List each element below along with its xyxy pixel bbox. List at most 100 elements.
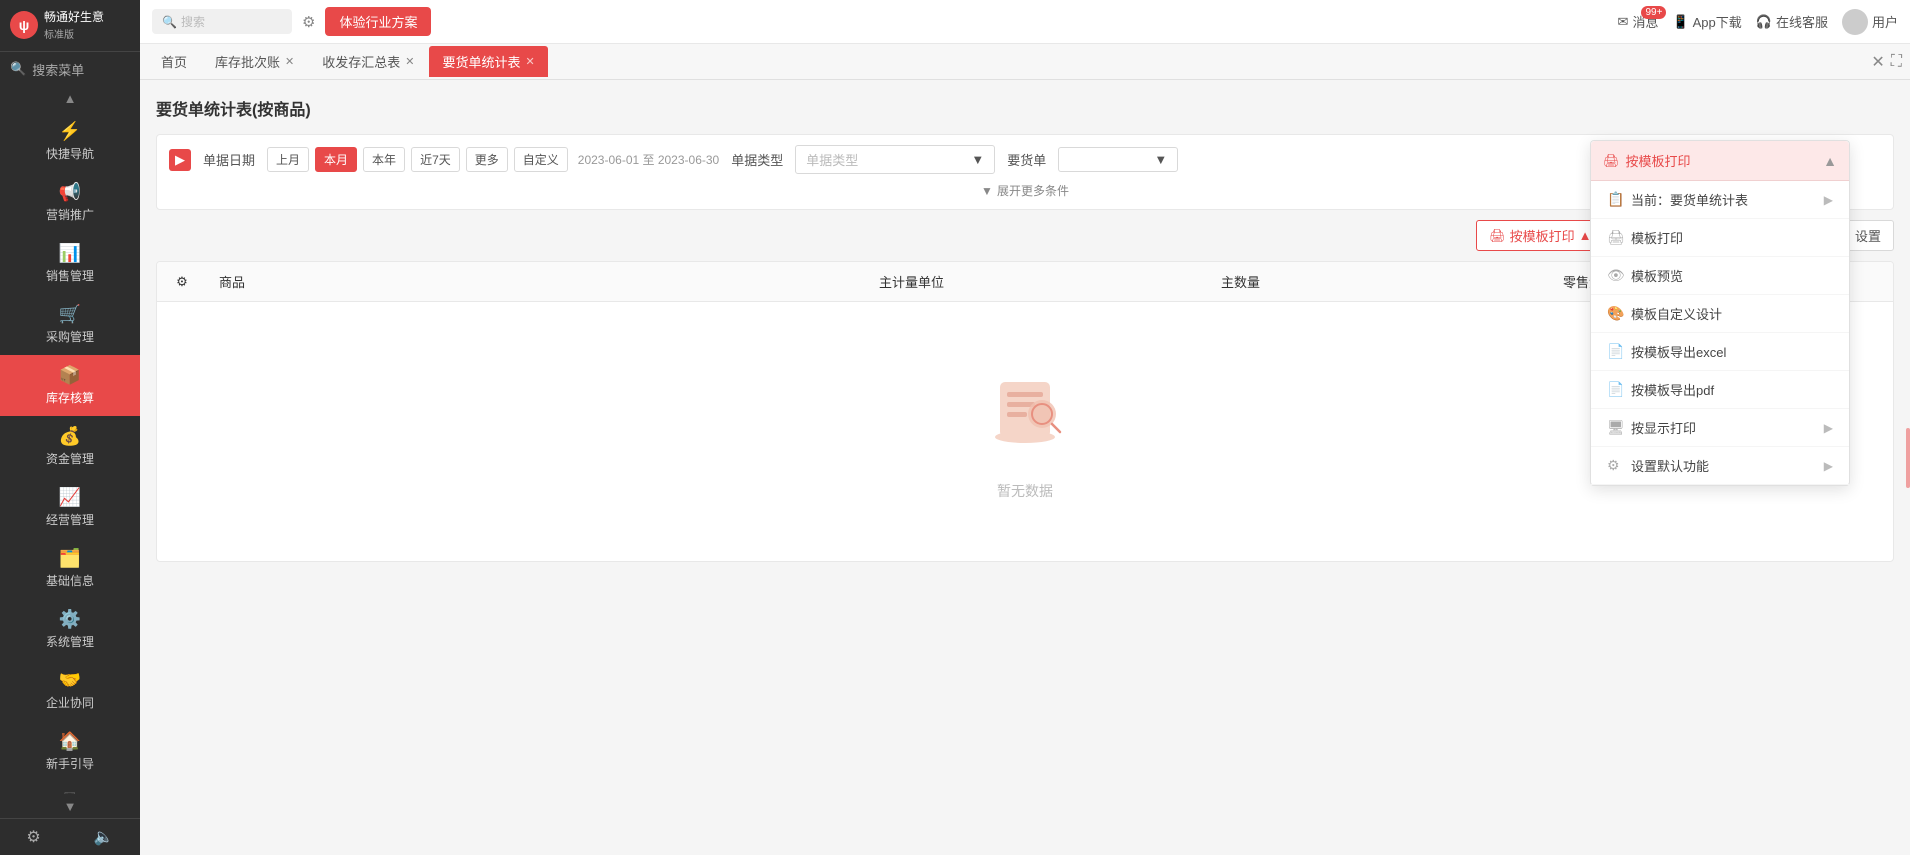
date-btn-custom[interactable]: 自定义 [514, 147, 568, 172]
tab-receipt-summary[interactable]: 收发存汇总表 ✕ [309, 46, 427, 77]
dropdown-current-template[interactable]: 📋 当前：要货单统计表 ▶ [1591, 181, 1849, 219]
date-btn-more[interactable]: 更多 [466, 147, 508, 172]
sidebar-item-sales[interactable]: 📊 销售管理 [0, 233, 140, 294]
dropdown-set-default[interactable]: ⚙ 设置默认功能 ▶ [1591, 447, 1849, 485]
sidebar-item-marketing[interactable]: 📢 营销推广 [0, 172, 140, 233]
app-download-item[interactable]: 📱 App下载 [1672, 12, 1741, 31]
date-range-display: 2023-06-01 至 2023-06-30 [578, 151, 719, 168]
dropdown-item-template-design[interactable]: 🎨 模板自定义设计 [1591, 295, 1849, 333]
sidebar-item-inventory[interactable]: 📦 库存核算 [0, 355, 140, 416]
print-template-dropdown: 🖨 按模板打印 ▲ 📋 当前：要货单统计表 ▶ 🖨 模板打印 👁 [1590, 140, 1850, 486]
topbar-search[interactable]: 🔍 搜索 [152, 9, 292, 34]
dropdown-item-template-pdf[interactable]: 📄 按模板导出pdf [1591, 371, 1849, 409]
main-content: 🔍 搜索 ⚙ 体验行业方案 ✉ 消息 99+ 📱 App下载 🎧 在线客服 用户 [140, 0, 1910, 855]
sidebar-search[interactable]: 🔍 搜索菜单 [0, 52, 140, 87]
tab-order-stats-close[interactable]: ✕ [526, 55, 535, 68]
trial-button[interactable]: 体验行业方案 [325, 7, 431, 36]
system-icon: ⚙️ [59, 609, 81, 630]
sidebar-item-quick-nav[interactable]: ⚡ 快捷导航 [0, 111, 140, 172]
settings-bottom-icon[interactable]: ⚙ [26, 827, 40, 847]
set-default-label: 设置默认功能 [1631, 456, 1709, 475]
template-pdf-icon: 📄 [1607, 381, 1623, 398]
sidebar-item-guide[interactable]: 🏠 新手引导 [0, 721, 140, 782]
user-avatar-item[interactable]: 用户 [1842, 9, 1898, 35]
tab-receipt-summary-close[interactable]: ✕ [405, 55, 414, 68]
settings-label: 设置 [1855, 226, 1881, 245]
current-template-label: 当前：要货单统计表 [1631, 190, 1748, 209]
sidebar-item-system[interactable]: ⚙️ 系统管理 [0, 599, 140, 660]
expand-more-label: 展开更多条件 [997, 182, 1069, 199]
sidebar: ψ 畅通好生意 标准版 🔍 搜索菜单 ▲ ⚡ 快捷导航 📢 营销推广 📊 销售管… [0, 0, 140, 855]
collab-icon: 🤝 [59, 670, 81, 691]
template-pdf-label: 按模板导出pdf [1631, 380, 1714, 399]
sidebar-nav: ⚡ 快捷导航 📢 营销推广 📊 销售管理 🛒 采购管理 📦 库存核算 💰 资金管… [0, 111, 140, 794]
empty-illustration [980, 362, 1070, 471]
printer-icon: 🖨 [1603, 153, 1620, 169]
user-name: 用户 [1872, 12, 1898, 31]
sidebar-item-finance[interactable]: 💰 资金管理 [0, 416, 140, 477]
inventory-icon: 📦 [59, 365, 81, 386]
date-btn-7days[interactable]: 近7天 [411, 147, 460, 172]
sidebar-item-label: 系统管理 [46, 633, 94, 650]
date-btn-this-year[interactable]: 本年 [363, 147, 405, 172]
dropdown-item-template-preview[interactable]: 👁 模板预览 [1591, 257, 1849, 295]
expand-more-icon: ▼ [981, 184, 993, 198]
topbar-gear-icon[interactable]: ⚙ [302, 13, 315, 31]
online-service-item[interactable]: 🎧 在线客服 [1756, 12, 1828, 31]
template-excel-label: 按模板导出excel [1631, 342, 1726, 361]
logo-icon: ψ [10, 11, 38, 39]
sidebar-item-label: 资金管理 [46, 450, 94, 467]
date-btn-this-month[interactable]: 本月 [315, 147, 357, 172]
sidebar-scroll-down[interactable]: ▼ [0, 794, 140, 818]
search-icon: 🔍 [162, 15, 177, 29]
tab-home[interactable]: 首页 [148, 46, 200, 77]
tab-maximize-button[interactable]: ⛶ [1891, 53, 1902, 71]
sidebar-item-operation[interactable]: 📈 经营管理 [0, 477, 140, 538]
th-settings[interactable]: ⚙ [157, 274, 207, 290]
print-template-button[interactable]: 🖨 按模板打印 ▲ [1476, 220, 1604, 251]
date-filter-label: 单据日期 [203, 150, 255, 169]
tab-inventory-batch[interactable]: 库存批次账 ✕ [202, 46, 307, 77]
message-item[interactable]: ✉ 消息 99+ [1618, 12, 1659, 31]
sidebar-item-purchase[interactable]: 🛒 采购管理 [0, 294, 140, 355]
tab-inventory-batch-label: 库存批次账 [215, 52, 280, 71]
page-title: 要货单统计表(按商品) [156, 96, 1894, 120]
order-type-select[interactable]: 单据类型 ▼ [795, 145, 995, 174]
dropdown-item-template-print[interactable]: 🖨 模板打印 [1591, 219, 1849, 257]
print-icon: 🖨 [1489, 228, 1506, 244]
operation-icon: 📈 [59, 487, 81, 508]
tabs-bar: 首页 库存批次账 ✕ 收发存汇总表 ✕ 要货单统计表 ✕ ✕ ⛶ [140, 44, 1910, 80]
date-btn-prev-month[interactable]: 上月 [267, 147, 309, 172]
sidebar-item-label: 新手引导 [46, 755, 94, 772]
app-version: 标准版 [44, 26, 104, 41]
sidebar-item-label: 营销推广 [46, 206, 94, 223]
template-excel-icon: 📄 [1607, 343, 1623, 360]
print-template-label: 按模板打印 [1510, 226, 1575, 245]
template-print-icon: 🖨 [1607, 229, 1623, 246]
order-goods-select[interactable]: ▼ [1058, 147, 1178, 172]
app-download-label: App下载 [1693, 12, 1742, 31]
service-icon: 🎧 [1756, 14, 1772, 30]
sound-bottom-icon[interactable]: 🔈 [94, 827, 114, 847]
display-print-label: 按显示打印 [1631, 418, 1696, 437]
dropdown-close-icon[interactable]: ▲ [1823, 153, 1837, 169]
scroll-indicator[interactable] [1906, 428, 1910, 488]
filter-expand-icon[interactable]: ▶ [169, 149, 191, 171]
topbar: 🔍 搜索 ⚙ 体验行业方案 ✉ 消息 99+ 📱 App下载 🎧 在线客服 用户 [140, 0, 1910, 44]
tab-order-stats[interactable]: 要货单统计表 ✕ [429, 46, 547, 77]
tab-inventory-batch-close[interactable]: ✕ [285, 55, 294, 68]
tab-home-label: 首页 [161, 52, 187, 71]
sidebar-scroll-up[interactable]: ▲ [0, 87, 140, 111]
search-placeholder: 搜索 [181, 13, 205, 30]
display-print-chevron-icon: ▶ [1824, 421, 1833, 435]
app-name: 畅通好生意 [44, 10, 104, 26]
sidebar-bottom: ⚙ 🔈 [0, 818, 140, 855]
dropdown-item-template-excel[interactable]: 📄 按模板导出excel [1591, 333, 1849, 371]
sidebar-item-base[interactable]: 🗂️ 基础信息 [0, 538, 140, 599]
tab-close-button[interactable]: ✕ [1871, 52, 1884, 72]
sidebar-item-collab[interactable]: 🤝 企业协同 [0, 660, 140, 721]
dropdown-display-print[interactable]: 🖥 按显示打印 ▶ [1591, 409, 1849, 447]
sidebar-item-apps[interactable]: 📱 应用中心 [0, 782, 140, 794]
finance-icon: 💰 [59, 426, 81, 447]
th-goods: 商品 [207, 272, 867, 291]
